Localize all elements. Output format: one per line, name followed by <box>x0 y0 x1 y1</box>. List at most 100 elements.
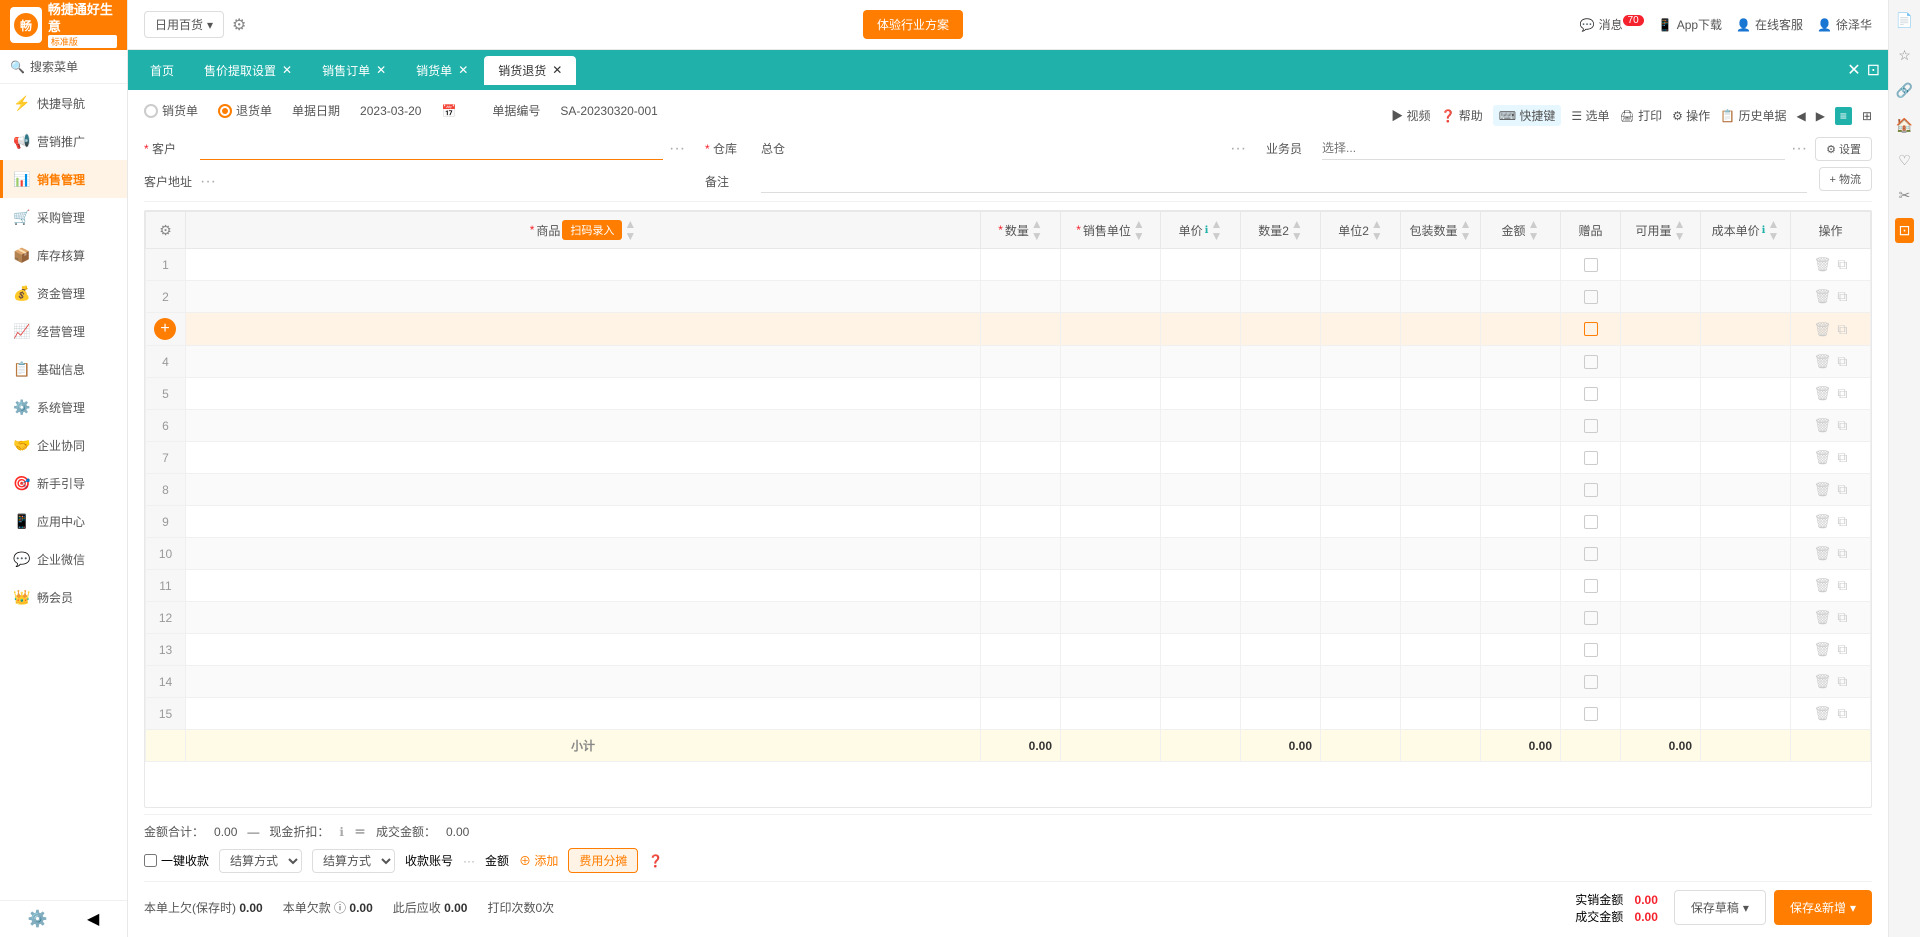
discount-help-icon[interactable]: ℹ <box>339 825 344 839</box>
qty2-cell-1[interactable] <box>1241 249 1321 281</box>
sidebar-item-marketing[interactable]: 📢 营销推广 <box>0 122 127 160</box>
unit2-cell-2[interactable] <box>1321 281 1401 313</box>
breadcrumb-select[interactable]: 日用百货 ▾ <box>144 11 224 38</box>
gift-checkbox-1[interactable] <box>1584 258 1598 272</box>
action-help[interactable]: ❓ 帮助 <box>1440 107 1482 124</box>
customer-more-icon[interactable]: ··· <box>669 140 685 158</box>
delete-btn-13[interactable]: 🗑 <box>1814 641 1832 658</box>
qty2-cell-active[interactable] <box>1241 313 1321 346</box>
gift-checkbox-13[interactable] <box>1584 643 1598 657</box>
amount-cell-1[interactable] <box>1481 249 1561 281</box>
sidebar-item-operations[interactable]: 📈 经营管理 <box>0 312 127 350</box>
sidebar-item-inventory[interactable]: 📦 库存核算 <box>0 236 127 274</box>
sidebar-item-shortcut[interactable]: ⚡ 快捷导航 <box>0 84 127 122</box>
copy-btn-10[interactable]: ⧉ <box>1837 545 1847 562</box>
scan-button[interactable]: 扫码录入 <box>562 220 622 240</box>
right-icon-heart[interactable]: ♡ <box>1894 148 1915 173</box>
price-cell-active[interactable] <box>1161 313 1241 346</box>
nav-next-icon[interactable]: ▶ <box>1816 109 1825 123</box>
gift-checkbox-12[interactable] <box>1584 611 1598 625</box>
unit2-cell-1[interactable] <box>1321 249 1401 281</box>
amount-cell-2[interactable] <box>1481 281 1561 313</box>
delete-btn-7[interactable]: 🗑 <box>1814 449 1832 466</box>
qty2-cell-2[interactable] <box>1241 281 1321 313</box>
calc-method-select[interactable]: 结算方式 <box>219 849 302 873</box>
calendar-icon[interactable]: 📅 <box>441 104 456 118</box>
action-history[interactable]: 📋 历史单据 <box>1720 107 1786 124</box>
app-download-btn[interactable]: 📱 App下载 <box>1658 16 1722 33</box>
tab-sales-return[interactable]: 销货退货 ✕ <box>484 56 576 85</box>
delete-btn-15[interactable]: 🗑 <box>1814 705 1832 722</box>
note-input[interactable] <box>761 170 1807 193</box>
add-row-button[interactable]: + <box>154 318 176 340</box>
copy-btn-1[interactable]: ⧉ <box>1837 256 1847 273</box>
tab-close-all-icon[interactable]: ✕ <box>1847 60 1860 80</box>
gift-cell-active[interactable] <box>1561 313 1621 346</box>
unit-cell-2[interactable] <box>1061 281 1161 313</box>
qty-cell-active[interactable] <box>981 313 1061 346</box>
debt-icon[interactable]: ⓘ <box>334 901 346 915</box>
th-gear[interactable]: ⚙ <box>146 212 186 249</box>
copy-btn-12[interactable]: ⧉ <box>1837 609 1847 626</box>
sidebar-item-finance[interactable]: 💰 资金管理 <box>0 274 127 312</box>
gift-cell-2[interactable] <box>1561 281 1621 313</box>
payment-checkbox-field[interactable]: 一键收款 <box>144 852 209 869</box>
delete-btn-9[interactable]: 🗑 <box>1814 513 1832 530</box>
product-cell-2[interactable] <box>186 281 981 313</box>
action-shortcut[interactable]: ⌨ 快捷键 <box>1493 105 1562 126</box>
action-operate[interactable]: ⚙ 操作 <box>1672 107 1710 124</box>
delete-btn-active[interactable]: 🗑 <box>1814 321 1832 338</box>
customer-input[interactable] <box>200 137 663 160</box>
sidebar-item-wechat[interactable]: 💬 企业微信 <box>0 540 127 578</box>
sidebar-item-base[interactable]: 📋 基础信息 <box>0 350 127 388</box>
logistics-btn[interactable]: + 物流 <box>1819 167 1872 191</box>
sidebar-item-system[interactable]: ⚙️ 系统管理 <box>0 388 127 426</box>
message-btn[interactable]: 💬 消息 70 <box>1580 16 1644 33</box>
sidebar-item-purchase[interactable]: 🛒 采购管理 <box>0 198 127 236</box>
nav-prev-icon[interactable]: ◀ <box>1796 109 1805 123</box>
gift-checkbox-11[interactable] <box>1584 579 1598 593</box>
user-avatar-btn[interactable]: 👤 徐泽华 <box>1817 16 1872 33</box>
action-print[interactable]: 🖨 打印 <box>1620 107 1663 124</box>
pack-cell-1[interactable] <box>1401 249 1481 281</box>
copy-btn-active[interactable]: ⧉ <box>1837 321 1847 338</box>
header-gear-icon[interactable]: ⚙ <box>232 15 246 35</box>
tab-return-close-icon[interactable]: ✕ <box>552 63 562 77</box>
delete-btn-6[interactable]: 🗑 <box>1814 417 1832 434</box>
tab-price-close-icon[interactable]: ✕ <box>282 63 292 77</box>
view-list-icon[interactable]: ≡ <box>1835 107 1852 125</box>
right-icon-home[interactable]: 🏠 <box>1892 113 1917 138</box>
available-cell-2[interactable] <box>1621 281 1701 313</box>
copy-btn-4[interactable]: ⧉ <box>1837 353 1847 370</box>
copy-btn-8[interactable]: ⧉ <box>1837 481 1847 498</box>
product-cell-active[interactable] <box>186 313 981 346</box>
account-more-icon[interactable]: ··· <box>463 854 475 868</box>
save-new-button[interactable]: 保存&新增 ▾ <box>1774 890 1872 925</box>
radio-sales[interactable]: 销货单 <box>144 102 198 119</box>
right-icon-scissors[interactable]: ✂ <box>1895 183 1915 208</box>
delete-btn-10[interactable]: 🗑 <box>1814 545 1832 562</box>
sub-method-select[interactable]: 结算方式 <box>312 849 395 873</box>
trial-button[interactable]: 体验行业方案 <box>863 10 963 39</box>
gift-checkbox-9[interactable] <box>1584 515 1598 529</box>
unit-cell-active[interactable] <box>1061 313 1161 346</box>
gift-checkbox-14[interactable] <box>1584 675 1598 689</box>
settings-bottom-icon[interactable]: ⚙️ <box>28 909 48 929</box>
amount-cell-active[interactable] <box>1481 313 1561 346</box>
price-cell-1[interactable] <box>1161 249 1241 281</box>
copy-btn-7[interactable]: ⧉ <box>1837 449 1847 466</box>
online-service-btn[interactable]: 👤 在线客服 <box>1736 16 1803 33</box>
product-cell-1[interactable] <box>186 249 981 281</box>
copy-btn-5[interactable]: ⧉ <box>1837 385 1847 402</box>
gift-checkbox-10[interactable] <box>1584 547 1598 561</box>
delete-btn-2[interactable]: 🗑 <box>1814 288 1832 305</box>
settings-btn[interactable]: ⚙ 设置 <box>1815 137 1872 161</box>
salesperson-input[interactable] <box>1322 137 1785 160</box>
copy-btn-13[interactable]: ⧉ <box>1837 641 1847 658</box>
unit-cell-1[interactable] <box>1061 249 1161 281</box>
gift-checkbox-7[interactable] <box>1584 451 1598 465</box>
sidebar-item-cooperation[interactable]: 🤝 企业协同 <box>0 426 127 464</box>
gift-cell-1[interactable] <box>1561 249 1621 281</box>
available-cell-active[interactable] <box>1621 313 1701 346</box>
pack-cell-2[interactable] <box>1401 281 1481 313</box>
